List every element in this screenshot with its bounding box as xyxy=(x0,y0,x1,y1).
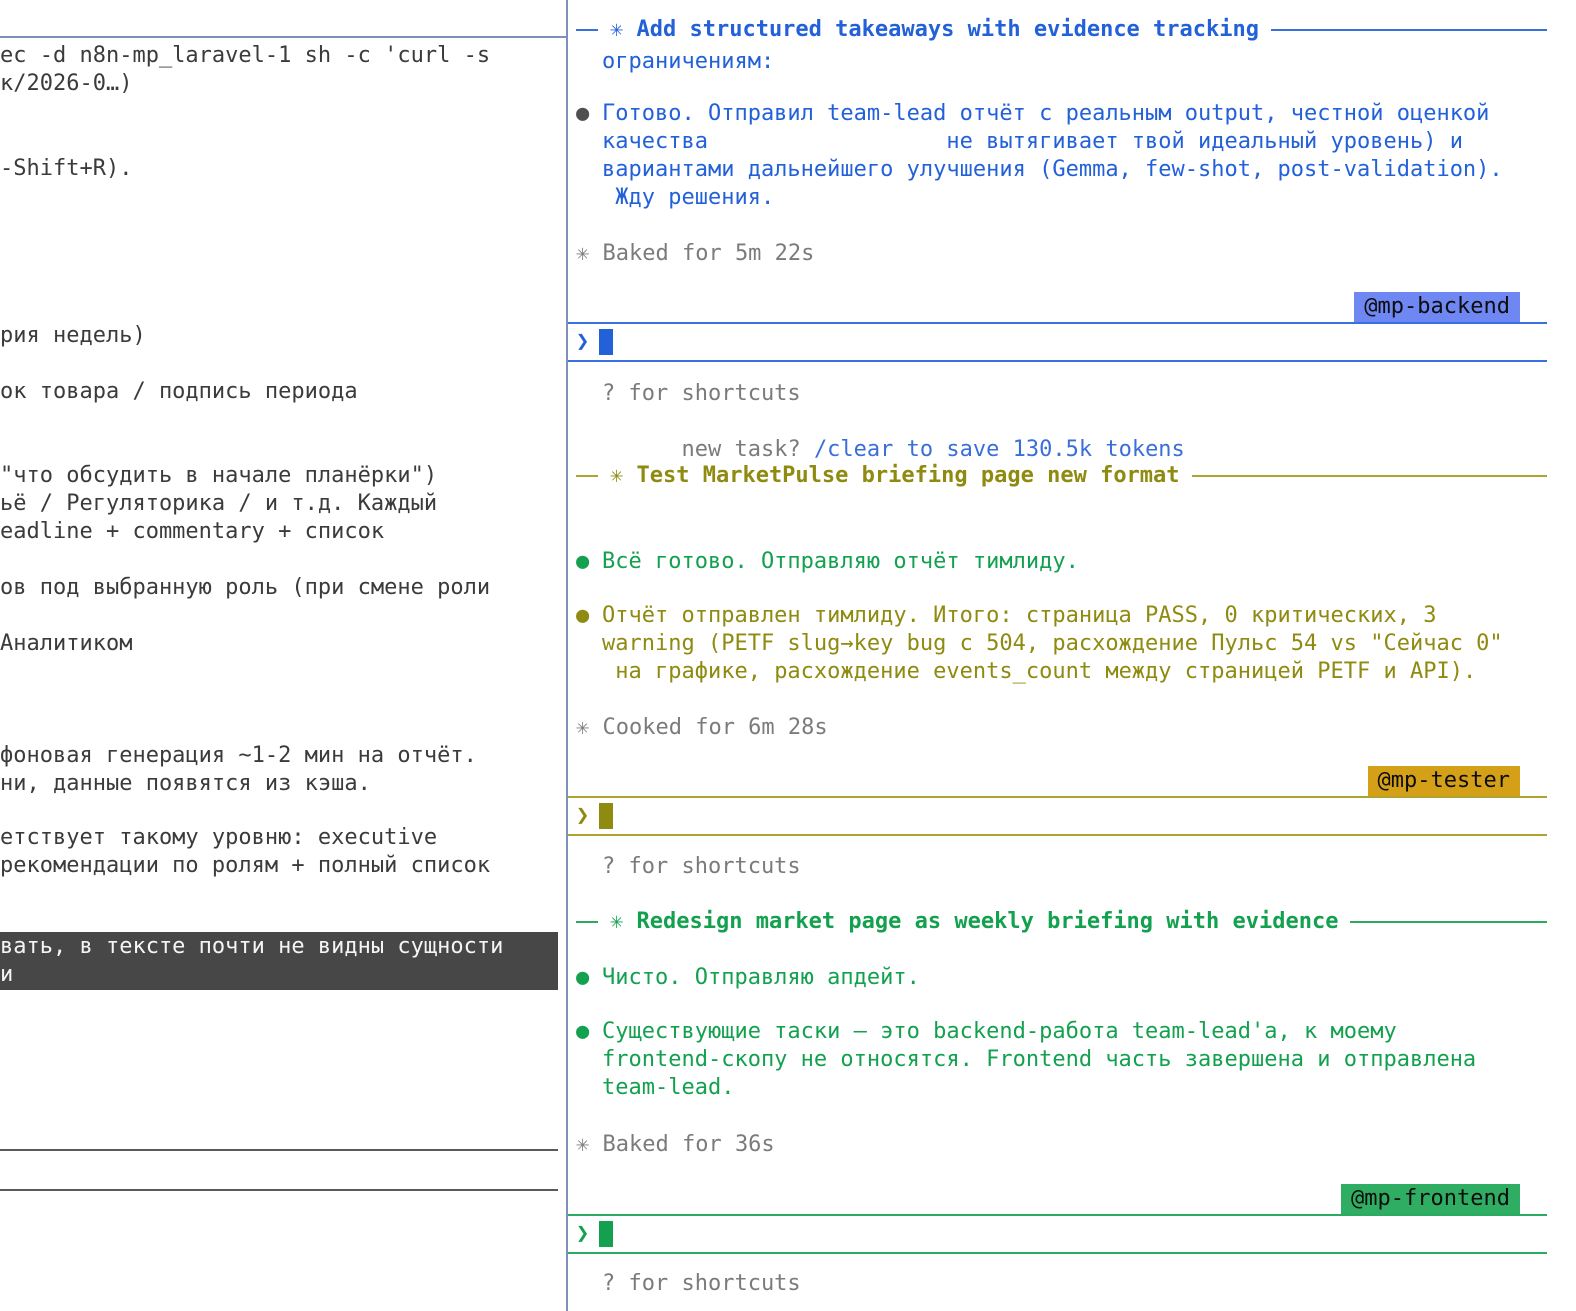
message-bullet-icon: ● xyxy=(576,1019,590,1044)
header-line-segment xyxy=(576,475,598,477)
task-duration-status: ✳ Baked for 5m 22s xyxy=(576,241,815,266)
text-cursor-icon xyxy=(599,1221,614,1247)
agent-badge: @mp-tester xyxy=(1367,766,1520,796)
prompt-input[interactable]: ❯ xyxy=(568,1214,1547,1254)
message-continuation: ограничениям: xyxy=(602,49,775,74)
session-title: ✳ Redesign market page as weekly briefin… xyxy=(610,909,1339,934)
assistant-message: ● Всё готово. Отправляю отчёт тимлиду. xyxy=(576,548,1547,576)
message-bullet-icon: ● xyxy=(576,965,590,990)
message-text: Отчёт отправлен тимлиду. Итого: страница… xyxy=(602,603,1503,684)
terminal-output-line: фоновая генерация ~1-2 мин на отчёт. xyxy=(0,743,477,768)
assistant-message: ● Готово. Отправил team-lead отчёт с реа… xyxy=(576,100,1547,212)
session-header: ✳ Add structured takeaways with evidence… xyxy=(576,16,1547,44)
message-bullet-icon: ● xyxy=(576,603,590,628)
terminal-output-line: ьё / Регуляторика / и т.д. Каждый xyxy=(0,491,438,516)
terminal-output-line: ec -d n8n-mp_laravel-1 sh -c 'curl -s xyxy=(0,43,491,68)
message-text: Существующие таски — это backend-работа … xyxy=(602,1019,1477,1100)
session-header: ✳ Redesign market page as weekly briefin… xyxy=(576,908,1547,936)
prompt-chevron-icon: ❯ xyxy=(576,1221,590,1246)
agent-badge: @mp-frontend xyxy=(1341,1184,1520,1214)
session-title: ✳ Add structured takeaways with evidence… xyxy=(610,17,1260,42)
message-bullet-icon: ● xyxy=(576,101,590,126)
prompt-chevron-icon: ❯ xyxy=(576,329,590,354)
horizontal-rule xyxy=(0,1149,558,1151)
session-title: ✳ Test MarketPulse briefing page new for… xyxy=(610,463,1180,488)
message-text: Готово. Отправил team-lead отчёт с реаль… xyxy=(602,101,1503,210)
terminal-output-line: к/2026-0…) xyxy=(0,71,133,96)
shortcuts-hint: ? for shortcuts xyxy=(602,1271,801,1296)
text-cursor-icon xyxy=(599,803,614,829)
terminal-output-line: ов под выбранную роль (при смене роли xyxy=(0,575,491,600)
terminal-output-line: рия недель) xyxy=(0,323,146,348)
header-line-segment xyxy=(576,921,598,923)
terminal-output-line: Аналитиком xyxy=(0,631,133,656)
token-save-hint-prefix: new task? xyxy=(681,437,814,462)
left-terminal-pane[interactable]: ec -d n8n-mp_laravel-1 sh -c 'curl -s к/… xyxy=(0,0,566,1311)
terminal-output-line: ни, данные появятся из кэша. xyxy=(0,771,371,796)
header-line-fill xyxy=(1271,29,1547,31)
text-cursor-icon xyxy=(599,329,614,355)
message-text: Чисто. Отправляю апдейт. xyxy=(602,965,920,990)
message-bullet-icon: ● xyxy=(576,549,590,574)
selected-text-block: вать, в тексте почти не видны сущности и xyxy=(0,932,558,990)
shortcuts-hint: ? for shortcuts xyxy=(602,381,801,406)
selected-text-line: и xyxy=(0,962,14,987)
message-text: Всё готово. Отправляю отчёт тимлиду. xyxy=(602,549,1079,574)
horizontal-rule xyxy=(0,1189,558,1191)
assistant-message: ● Чисто. Отправляю апдейт. xyxy=(576,964,1547,992)
terminal-output-line: -Shift+R). xyxy=(0,156,133,181)
header-line-fill xyxy=(1191,475,1547,477)
shortcuts-hint: ? for shortcuts xyxy=(602,854,801,879)
prompt-input[interactable]: ❯ xyxy=(568,322,1547,362)
task-duration-status: ✳ Baked for 36s xyxy=(576,1132,775,1157)
assistant-message: ● Существующие таски — это backend-работ… xyxy=(576,1018,1547,1102)
terminal-output-line: рекомендации по ролям + полный список xyxy=(0,853,491,878)
terminal-output-line: "что обсудить в начале планёрки") xyxy=(0,463,438,488)
agent-badge: @mp-backend xyxy=(1354,292,1520,322)
session-header: ✳ Test MarketPulse briefing page new for… xyxy=(576,462,1547,490)
task-duration-status: ✳ Cooked for 6m 28s xyxy=(576,715,828,740)
selected-text-line: вать, в тексте почти не видны сущности xyxy=(0,934,504,959)
terminal-output-line: eadline + commentary + список xyxy=(0,519,385,544)
clear-command-hint: /clear to save 130.5k tokens xyxy=(813,437,1185,462)
pane-top-border xyxy=(0,36,566,38)
prompt-chevron-icon: ❯ xyxy=(576,803,590,828)
terminal-output-line: етствует такому уровню: executive xyxy=(0,825,438,850)
terminal-output-line: ок товара / подпись периода xyxy=(0,379,358,404)
agent-sessions-pane: ✳ Add structured takeaways with evidence… xyxy=(568,0,1576,1311)
assistant-message: ● Отчёт отправлен тимлиду. Итого: страни… xyxy=(576,602,1547,686)
prompt-input[interactable]: ❯ xyxy=(568,796,1547,836)
header-line-segment xyxy=(576,29,598,31)
header-line-fill xyxy=(1350,921,1547,923)
